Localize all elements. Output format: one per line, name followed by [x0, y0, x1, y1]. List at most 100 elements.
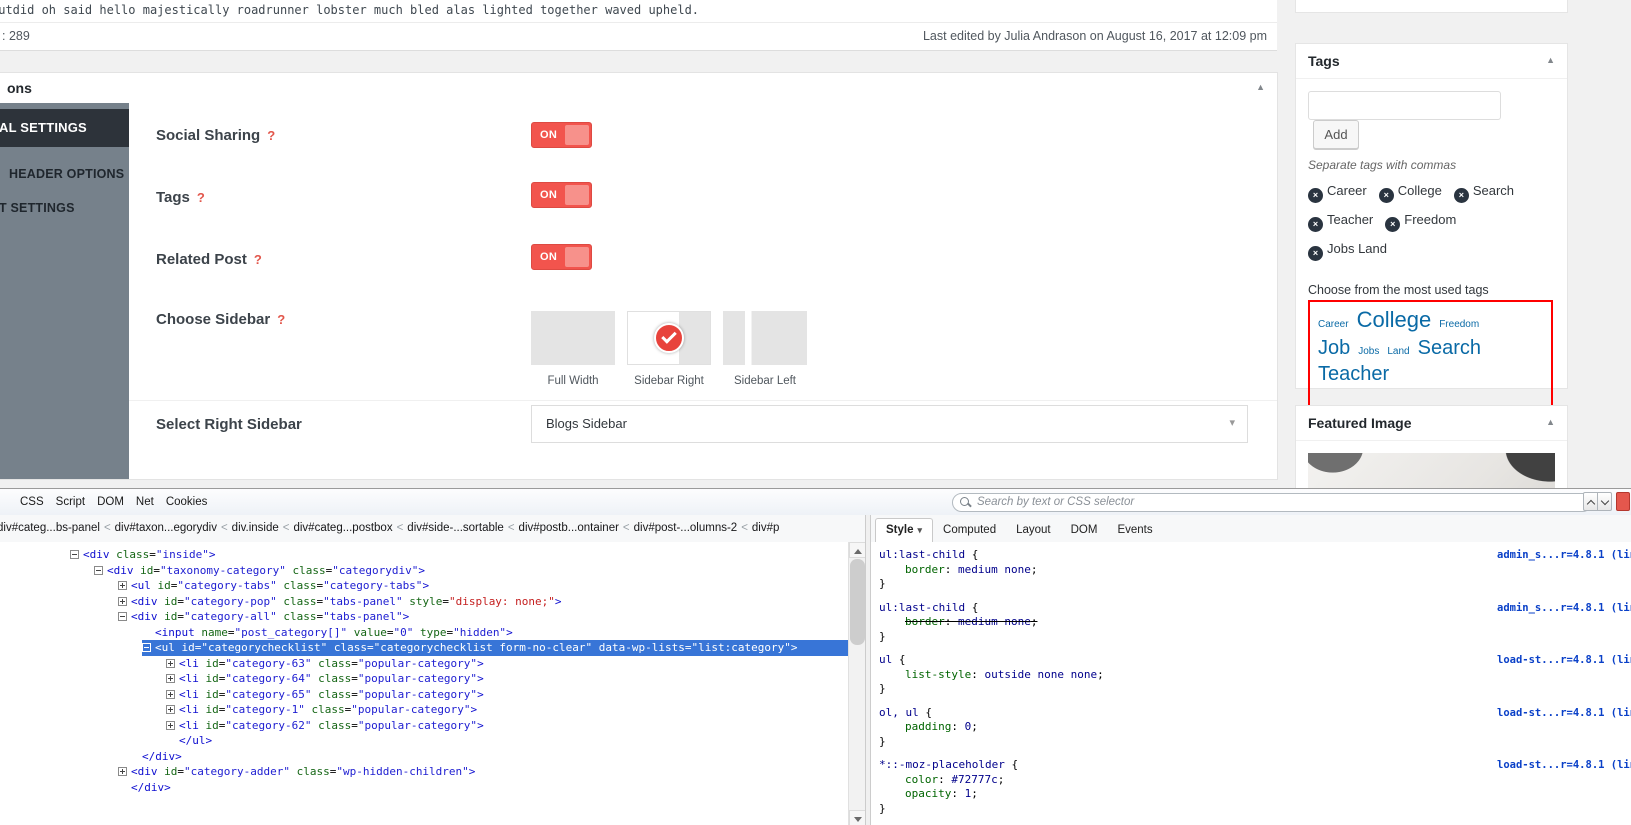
add-tag-button[interactable]: Add — [1313, 120, 1359, 149]
toggle-switch[interactable]: ON — [531, 244, 592, 270]
tag-cloud-item[interactable]: Freedom — [1439, 319, 1479, 330]
tree-row[interactable]: </div> — [0, 780, 848, 796]
side-panel-tab-style[interactable]: Style ▾ — [875, 518, 934, 543]
stylesheet-source-link[interactable]: load-st...r=4.8.1 (line — [1497, 706, 1631, 721]
tree-node[interactable]: </div> — [142, 749, 848, 765]
tag-cloud-item[interactable]: College — [1357, 307, 1432, 332]
find-previous-button[interactable] — [1583, 492, 1598, 511]
tag-cloud-item[interactable]: Search — [1418, 337, 1481, 359]
expand-icon[interactable] — [118, 581, 127, 591]
most-used-tags-link[interactable]: Choose from the most used tags — [1308, 283, 1555, 297]
tag-cloud-item[interactable]: Job — [1318, 337, 1350, 359]
expand-icon[interactable] — [118, 767, 127, 777]
devtools-tab-dom[interactable]: DOM — [91, 496, 130, 508]
expand-icon[interactable] — [166, 658, 175, 668]
help-icon[interactable]: ? — [197, 190, 205, 205]
expand-icon[interactable] — [166, 674, 175, 684]
tree-node[interactable]: <div id = "category-adder" class = "wp-hidde… — [118, 764, 848, 780]
css-property[interactable]: border: medium none; — [879, 615, 1631, 630]
tree-node[interactable]: <li id = "category-65" class = "popular-cate… — [166, 687, 848, 703]
settings-nav-item[interactable]: HEADER OPTIONS — [0, 167, 129, 181]
css-property[interactable]: opacity: 1; — [879, 787, 1631, 802]
tag-cloud-item[interactable]: Career — [1318, 319, 1349, 330]
tree-node[interactable]: </div> — [118, 780, 848, 796]
breadcrumb-item[interactable]: div#categ...bs-panel — [0, 522, 100, 534]
tree-row[interactable]: <div id = "category-pop" class = "tabs-panel… — [0, 594, 848, 610]
tree-node[interactable]: <ul id = "category-tabs" class = "category-t… — [118, 578, 848, 594]
tree-node[interactable]: <li id = "category-62" class = "popular-cate… — [166, 718, 848, 734]
tree-node[interactable]: <li id = "category-1" class = "popular-categ… — [166, 702, 848, 718]
tree-row[interactable]: <li id = "category-1" class = "popular-categ… — [0, 702, 848, 718]
breadcrumb-item[interactable]: div#p — [752, 522, 780, 534]
expand-icon[interactable] — [166, 705, 175, 715]
tree-row[interactable]: <li id = "category-64" class = "popular-cate… — [0, 671, 848, 687]
stylesheet-source-link[interactable]: admin_s...r=4.8.1 (line 1 — [1497, 548, 1631, 563]
sidebar-layout-option[interactable] — [723, 311, 807, 365]
tree-node[interactable]: <div id = "category-pop" class = "tabs-panel… — [118, 594, 848, 610]
collapse-icon[interactable]: ▲ — [1546, 55, 1555, 65]
remove-tag-icon[interactable]: × — [1308, 217, 1323, 232]
tags-panel-header[interactable]: Tags ▲ — [1296, 44, 1567, 79]
css-property[interactable]: padding: 0; — [879, 720, 1631, 735]
stylesheet-source-link[interactable]: load-st...r=4.8.1 (line — [1497, 653, 1631, 668]
featured-image-header[interactable]: Featured Image ▲ — [1296, 406, 1567, 441]
tag-cloud-item[interactable]: Land — [1387, 346, 1409, 357]
close-button[interactable] — [1616, 492, 1630, 511]
tag-cloud-item[interactable]: Teacher — [1318, 363, 1389, 385]
breadcrumb-item[interactable]: div#categ...postbox — [293, 522, 392, 534]
tree-row[interactable]: <li id = "category-65" class = "popular-cate… — [0, 687, 848, 703]
css-selector[interactable]: ul:last-child — [879, 548, 965, 561]
tree-row[interactable]: <ul id = "categorychecklist" class = "catego… — [0, 640, 848, 656]
toggle-switch[interactable]: ON — [531, 122, 592, 148]
tree-row[interactable]: <li id = "category-63" class = "popular-cate… — [0, 656, 848, 672]
tree-row[interactable]: <li id = "category-62" class = "popular-cate… — [0, 718, 848, 734]
metabox-header[interactable]: ons ▲ — [0, 73, 1277, 104]
help-icon[interactable]: ? — [277, 312, 285, 327]
side-panel-tab-computed[interactable]: Computed — [933, 519, 1006, 542]
breadcrumb-item[interactable]: div#side-...sortable — [407, 522, 504, 534]
stylesheet-source-link[interactable]: admin_s...r=4.8.1 (line 1 — [1497, 601, 1631, 616]
help-icon[interactable]: ? — [254, 252, 262, 267]
css-selector[interactable]: *::-moz-placeholder — [879, 758, 1005, 771]
search-input[interactable] — [952, 492, 1592, 512]
devtools-tab-cookies[interactable]: Cookies — [160, 496, 214, 508]
breadcrumb-item[interactable]: div#post-...olumns-2 — [634, 522, 738, 534]
tree-node[interactable]: <li id = "category-64" class = "popular-cate… — [166, 671, 848, 687]
tree-scrollbar[interactable] — [848, 542, 866, 825]
css-selector[interactable]: ul — [879, 653, 892, 666]
featured-image-thumbnail[interactable] — [1308, 453, 1555, 488]
remove-tag-icon[interactable]: × — [1385, 217, 1401, 232]
devtools-tab-css[interactable]: CSS — [14, 496, 50, 508]
tree-row[interactable]: <ul id = "category-tabs" class = "category-t… — [0, 578, 848, 594]
tree-row[interactable]: </ul> — [0, 733, 848, 749]
breadcrumb-item[interactable]: div#taxon...egorydiv — [115, 522, 217, 534]
collapse-icon[interactable] — [142, 643, 151, 653]
settings-nav-item[interactable]: AL SETTINGS — [0, 109, 129, 147]
side-panel-tab-dom[interactable]: DOM — [1061, 519, 1108, 542]
collapse-icon[interactable] — [118, 612, 127, 622]
css-property[interactable]: color: #72777c; — [879, 773, 1631, 788]
tree-node[interactable]: <input name = "post_category[]" value = "0" … — [142, 625, 848, 641]
css-selector[interactable]: ol, ul — [879, 706, 919, 719]
collapse-icon[interactable] — [70, 550, 79, 560]
tree-row[interactable]: <input name = "post_category[]" value = "0" … — [0, 625, 848, 641]
expand-icon[interactable] — [118, 596, 127, 606]
tree-node[interactable]: <li id = "category-63" class = "popular-cate… — [166, 656, 848, 672]
tags-input[interactable] — [1308, 91, 1501, 120]
remove-tag-icon[interactable]: × — [1308, 246, 1323, 261]
tree-row[interactable]: <div class = "inside" > — [0, 547, 848, 563]
side-panel-tab-layout[interactable]: Layout — [1006, 519, 1061, 542]
devtools-tab-net[interactable]: Net — [130, 496, 160, 508]
remove-tag-icon[interactable]: × — [1453, 188, 1469, 203]
collapse-icon[interactable] — [94, 565, 103, 575]
tag-cloud-item[interactable]: Jobs — [1358, 346, 1379, 357]
sidebar-layout-option[interactable] — [531, 311, 615, 365]
help-icon[interactable]: ? — [267, 128, 275, 143]
remove-tag-icon[interactable]: × — [1378, 188, 1394, 203]
tree-row[interactable]: <div id = "category-all" class = "tabs-panel… — [0, 609, 848, 625]
stylesheet-source-link[interactable]: load-st...r=4.8.1 (line 2 — [1497, 758, 1631, 773]
settings-nav-item[interactable]: T SETTINGS — [0, 201, 129, 215]
toggle-switch[interactable]: ON — [531, 182, 592, 208]
remove-tag-icon[interactable]: × — [1308, 188, 1323, 203]
css-property[interactable]: list-style: outside none none; — [879, 668, 1631, 683]
